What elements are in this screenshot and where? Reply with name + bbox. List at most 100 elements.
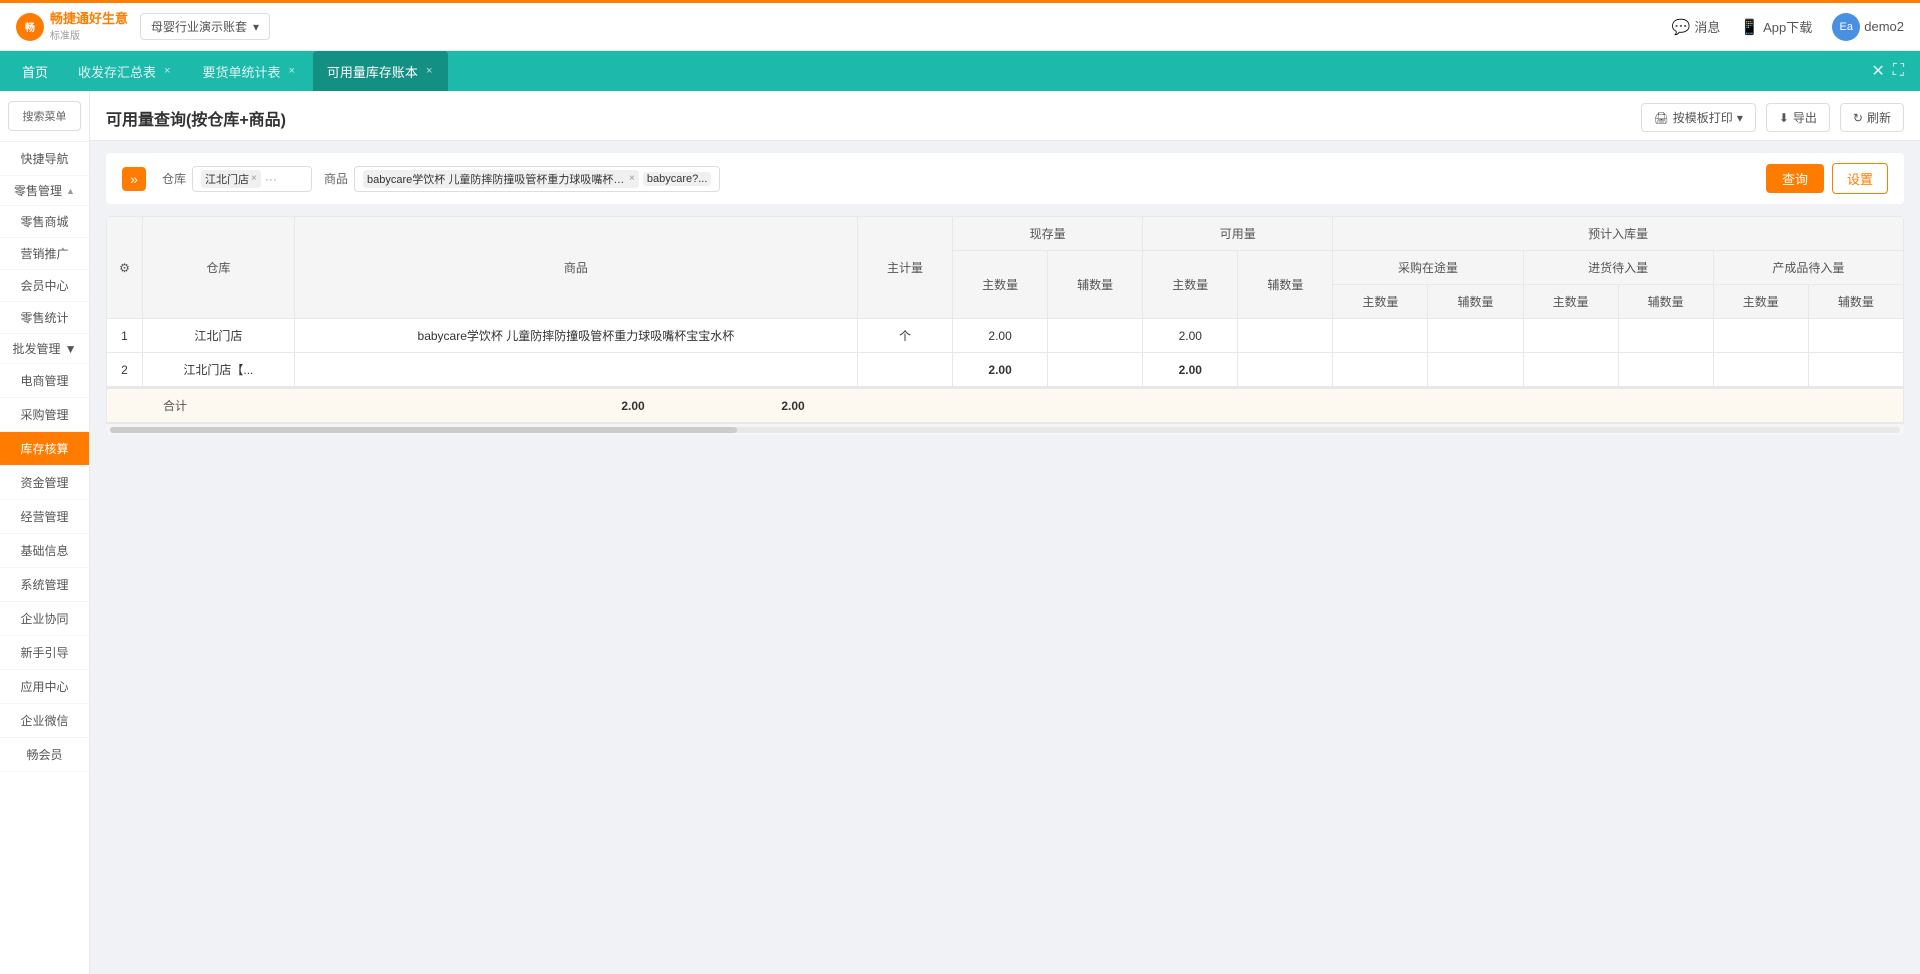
th-product: 商品	[294, 217, 857, 319]
td-fin-aux-2	[1808, 353, 1903, 387]
tab-order-stats[interactable]: 要货单统计表 ×	[188, 51, 310, 91]
content-wrapper: » 仓库 江北门店 × ··· 商品	[90, 141, 1920, 447]
th-finished-aux: 辅数量	[1808, 285, 1903, 319]
refresh-btn[interactable]: ↻ 刷新	[1840, 103, 1904, 132]
warehouse-filter-box[interactable]: 江北门店 × ···	[192, 166, 312, 192]
industry-select[interactable]: 母婴行业演示账套 ▾	[140, 13, 270, 40]
filter-row: 仓库 江北门店 × ··· 商品 bab	[162, 166, 1750, 192]
tab-close-order[interactable]: ×	[286, 64, 296, 78]
tab-close-all-btn[interactable]: ✕	[1871, 61, 1884, 81]
table-footer: 合计 2.00 2.00	[106, 387, 1904, 423]
message-item[interactable]: 💬 消息	[1672, 17, 1721, 36]
top-bar-left: 畅 畅捷通好生意 标准版 母婴行业演示账套 ▾	[16, 11, 270, 42]
table-row: 2 江北门店【... 2.00 2.00	[107, 353, 1904, 387]
brand-icon: 畅	[16, 13, 44, 41]
sidebar-item-purchase-mgmt[interactable]: 采购管理	[0, 398, 89, 432]
td-available-main-1: 2.00	[1143, 319, 1238, 353]
td-warehouse-1: 江北门店	[143, 319, 295, 353]
scrollbar-track	[110, 427, 1900, 433]
td-pt-main-1	[1333, 319, 1428, 353]
sidebar-item-retail-stats[interactable]: 零售统计	[0, 302, 89, 334]
sidebar-item-marketing[interactable]: 营销推广	[0, 238, 89, 270]
sidebar-item-system-mgmt[interactable]: 系统管理	[0, 568, 89, 602]
th-finished-label: 产成品待入量	[1713, 251, 1903, 285]
sidebar-item-inventory[interactable]: 库存核算	[0, 432, 89, 466]
sidebar-item-member-center[interactable]: 会员中心	[0, 270, 89, 302]
settings-icon[interactable]: ⚙	[119, 261, 130, 275]
product-tag1-close[interactable]: ×	[629, 173, 635, 184]
sidebar-item-finance-mgmt[interactable]: 资金管理	[0, 466, 89, 500]
download-icon: 📱	[1740, 18, 1759, 36]
tab-close-available[interactable]: ×	[424, 64, 434, 78]
th-forecast-group: 预计入库量	[1333, 217, 1904, 251]
td-stock-main-1: 2.00	[953, 319, 1048, 353]
td-stock-aux-2	[1048, 353, 1143, 387]
th-available-main: 主数量	[1143, 251, 1238, 319]
th-checkbox[interactable]: ⚙	[107, 217, 143, 319]
sidebar-item-enterprise-collab[interactable]: 企业协同	[0, 602, 89, 636]
tab-available-stock[interactable]: 可用量库存账本 ×	[313, 51, 448, 91]
top-bar: 畅 畅捷通好生意 标准版 母婴行业演示账套 ▾ 💬 消息 📱 App下载 Ea …	[0, 3, 1920, 51]
td-stock-main-2: 2.00	[953, 353, 1048, 387]
td-fin-main-2	[1713, 353, 1808, 387]
th-stock-main: 主数量	[953, 251, 1048, 319]
sidebar-item-retail-store[interactable]: 零售商城	[0, 206, 89, 238]
td-stock-aux-1	[1048, 319, 1143, 353]
td-product-2	[294, 353, 857, 387]
sidebar-item-app-center[interactable]: 应用中心	[0, 670, 89, 704]
sidebar-item-basic-info[interactable]: 基础信息	[0, 534, 89, 568]
sidebar-search-area: 搜索菜单	[0, 91, 89, 142]
sidebar-item-ecom-mgmt[interactable]: 电商管理	[0, 364, 89, 398]
th-warehouse: 仓库	[143, 217, 295, 319]
query-btn[interactable]: 查询	[1766, 164, 1824, 193]
sidebar-item-wholesale-mgmt[interactable]: 批发管理	[0, 334, 89, 364]
th-purchase-transit-main: 主数量	[1333, 285, 1428, 319]
filter-toggle-btn[interactable]: »	[122, 167, 146, 191]
warehouse-tag-close[interactable]: ×	[251, 173, 257, 184]
warehouse-tag: 江北门店 ×	[201, 170, 261, 188]
brand-logo: 畅 畅捷通好生意 标准版	[16, 11, 128, 42]
sidebar-item-new-guide[interactable]: 新手引导	[0, 636, 89, 670]
td-available-main-2: 2.00	[1143, 353, 1238, 387]
th-available-group: 可用量	[1143, 217, 1333, 251]
tab-expand-btn[interactable]: ⛶	[1893, 62, 1904, 80]
page-actions: 🖨 按模板打印 ▾ ⬇ 导出 ↻ 刷新	[1641, 103, 1904, 132]
td-product-1: babycare学饮杯 儿童防摔防撞吸管杯重力球吸嘴杯宝宝水杯	[294, 319, 857, 353]
tab-receive-summary[interactable]: 收发存汇总表 ×	[64, 51, 186, 91]
print-btn[interactable]: 🖨 按模板打印 ▾	[1641, 103, 1756, 132]
footer-stock-main: 2.00	[593, 399, 673, 413]
sidebar-item-member-plus[interactable]: 畅会员	[0, 738, 89, 772]
th-stock-group: 现存量	[953, 217, 1143, 251]
sidebar-item-retail-mgmt[interactable]: 零售管理	[0, 176, 89, 206]
sidebar-search-btn[interactable]: 搜索菜单	[8, 101, 81, 131]
print-icon: 🖨	[1654, 111, 1669, 125]
footer-label: 合计	[153, 397, 233, 414]
export-btn[interactable]: ⬇ 导出	[1766, 103, 1830, 132]
th-available-aux: 辅数量	[1238, 251, 1333, 319]
settings-btn[interactable]: 设置	[1832, 163, 1888, 194]
td-available-aux-2	[1238, 353, 1333, 387]
message-icon: 💬	[1672, 18, 1691, 36]
chevron-down-icon: ▾	[253, 20, 259, 34]
scrollbar-thumb[interactable]	[110, 427, 737, 433]
td-row-num-2: 2	[107, 353, 143, 387]
filter-warehouse-group: 仓库 江北门店 × ···	[162, 166, 312, 192]
sidebar-item-quick-nav[interactable]: 快捷导航	[0, 142, 89, 176]
th-incoming-label: 进货待入量	[1523, 251, 1713, 285]
footer-available-main: 2.00	[753, 399, 833, 413]
user-item[interactable]: Ea demo2	[1832, 13, 1904, 41]
sidebar-item-ops-mgmt[interactable]: 经营管理	[0, 500, 89, 534]
horizontal-scrollbar[interactable]	[106, 423, 1904, 435]
app-download-item[interactable]: 📱 App下载	[1740, 17, 1812, 36]
sidebar-item-enterprise-wechat[interactable]: 企业微信	[0, 704, 89, 738]
brand-name: 畅捷通好生意	[50, 11, 128, 27]
th-unit: 主计量	[857, 217, 952, 319]
tab-home[interactable]: 首页	[8, 51, 62, 91]
tab-close-receive[interactable]: ×	[162, 64, 172, 78]
th-incoming-main: 主数量	[1523, 285, 1618, 319]
data-table: ⚙ 仓库 商品 主计量 现存量 可用量 预计入库量 主数量 辅数量	[106, 216, 1904, 387]
product-filter-box[interactable]: babycare学饮杯 儿童防摔防撞吸管杯重力球吸嘴杯宝宝水杯 × babyca…	[354, 166, 720, 192]
warehouse-ellipsis[interactable]: ···	[265, 172, 277, 186]
content-area: 可用量查询(按仓库+商品) 🖨 按模板打印 ▾ ⬇ 导出 ↻ 刷新	[90, 91, 1920, 974]
td-row-num-1: 1	[107, 319, 143, 353]
